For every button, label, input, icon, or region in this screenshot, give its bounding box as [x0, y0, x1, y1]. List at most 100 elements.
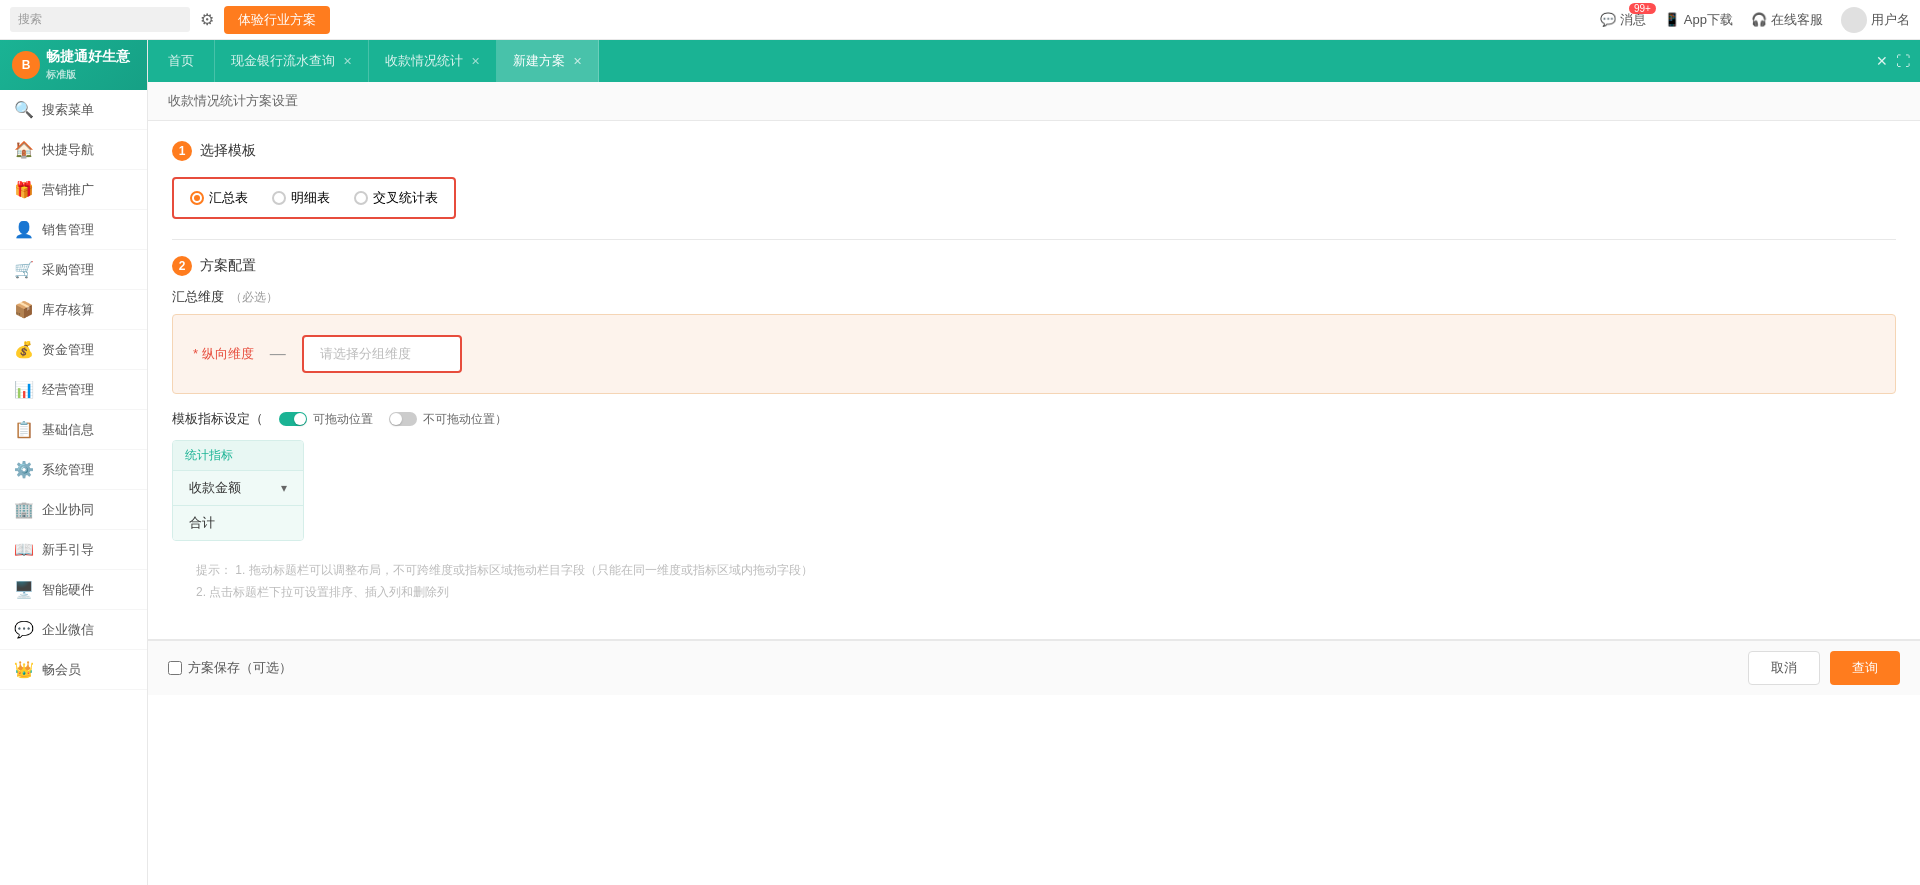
header-search-bar[interactable]: 搜索	[10, 7, 190, 32]
marketing-icon: 🎁	[14, 180, 34, 199]
sidebar-item-purchase[interactable]: 🛒 采购管理	[0, 250, 147, 290]
save-checkbox-label: 方案保存（可选）	[188, 659, 292, 677]
sidebar-item-inventory[interactable]: 📦 库存核算	[0, 290, 147, 330]
sidebar-item-label: 采购管理	[42, 261, 94, 279]
section2-number: 2	[172, 256, 192, 276]
metrics-section: 模板指标设定（ 可拖动位置 不可拖动位置）	[172, 410, 1896, 544]
wechat-icon: 💬	[14, 620, 34, 639]
sidebar-item-search-menu[interactable]: 🔍 搜索菜单	[0, 90, 147, 130]
sidebar-item-label: 畅会员	[42, 661, 81, 679]
page-inner: 收款情况统计方案设置 1 选择模板 汇总表	[148, 82, 1920, 885]
tab-payment-stats-close-icon[interactable]: ✕	[471, 55, 480, 68]
dimension-selector[interactable]: 请选择分组维度	[302, 335, 462, 373]
tab-bar: 首页 现金银行流水查询 ✕ 收款情况统计 ✕ 新建方案 ✕ ✕ ⛶	[148, 40, 1920, 82]
section1-header: 1 选择模板	[172, 141, 1896, 161]
dimension-row-label: * 纵向维度	[193, 345, 254, 363]
sidebar-item-basic-info[interactable]: 📋 基础信息	[0, 410, 147, 450]
section2: 2 方案配置 汇总维度 （必选） * 纵向维度 —	[148, 256, 1920, 640]
dimension-row: * 纵向维度 — 请选择分组维度	[193, 335, 1875, 373]
sidebar-item-hardware[interactable]: 🖥️ 智能硬件	[0, 570, 147, 610]
basic-info-icon: 📋	[14, 420, 34, 439]
online-support-button[interactable]: 🎧 在线客服	[1751, 11, 1823, 29]
sidebar-item-guide[interactable]: 📖 新手引导	[0, 530, 147, 570]
main-content: 首页 现金银行流水查询 ✕ 收款情况统计 ✕ 新建方案 ✕ ✕ ⛶	[148, 40, 1920, 885]
tab-bar-actions: ✕ ⛶	[1866, 40, 1920, 82]
metrics-label: 模板指标设定（	[172, 410, 263, 428]
sidebar-item-label: 快捷导航	[42, 141, 94, 159]
cancel-button[interactable]: 取消	[1748, 651, 1820, 685]
tab-home[interactable]: 首页	[148, 40, 215, 82]
sidebar-item-label: 基础信息	[42, 421, 94, 439]
save-checkbox[interactable]	[168, 661, 182, 675]
summary-dim-header: 汇总维度 （必选）	[172, 288, 1896, 306]
page-title: 收款情况统计方案设置	[168, 93, 298, 108]
tab-bank-flow-close-icon[interactable]: ✕	[343, 55, 352, 68]
sidebar-item-operation[interactable]: 📊 经营管理	[0, 370, 147, 410]
logo-text: 畅捷通好生意	[46, 48, 130, 66]
metrics-cell-1: 合计	[173, 506, 303, 540]
edition-label: 标准版	[46, 68, 130, 82]
search-menu-icon: 🔍	[14, 100, 34, 119]
section2-header: 2 方案配置	[172, 256, 1896, 276]
trial-button[interactable]: 体验行业方案	[224, 6, 330, 34]
non-draggable-label: 不可拖动位置）	[423, 411, 507, 428]
messages-button[interactable]: 💬 消息 99+	[1600, 11, 1646, 29]
radio-summary[interactable]: 汇总表	[190, 189, 248, 207]
non-draggable-hint: 不可拖动位置）	[389, 411, 507, 428]
gear-icon[interactable]: ⚙	[200, 10, 214, 29]
sidebar-item-enterprise[interactable]: 🏢 企业协同	[0, 490, 147, 530]
online-support-label: 在线客服	[1771, 11, 1823, 29]
app-download-button[interactable]: 📱 App下载	[1664, 11, 1733, 29]
sidebar-item-member[interactable]: 👑 畅会员	[0, 650, 147, 690]
purchase-icon: 🛒	[14, 260, 34, 279]
sidebar-item-label: 搜索菜单	[42, 101, 94, 119]
header-right: 💬 消息 99+ 📱 App下载 🎧 在线客服 用户名	[1600, 7, 1910, 33]
tip-1: 提示： 1. 拖动标题栏可以调整布局，不可跨维度或指标区域拖动栏目字段（只能在同…	[196, 560, 1872, 582]
sidebar-item-system[interactable]: ⚙️ 系统管理	[0, 450, 147, 490]
save-option[interactable]: 方案保存（可选）	[168, 659, 292, 677]
radio-detail-dot	[272, 191, 286, 205]
metrics-cell-0[interactable]: 收款金额 ▾	[173, 471, 303, 506]
sidebar-item-label: 新手引导	[42, 541, 94, 559]
close-window-icon[interactable]: ✕	[1876, 53, 1888, 69]
tab-bank-flow[interactable]: 现金银行流水查询 ✕	[215, 40, 369, 82]
metrics-cell-0-chevron[interactable]: ▾	[281, 481, 287, 495]
tip-2: 2. 点击标题栏下拉可设置排序、插入列和删除列	[196, 582, 1872, 604]
section-divider	[172, 239, 1896, 240]
metrics-cell-0-label: 收款金额	[189, 479, 241, 497]
avatar	[1841, 7, 1867, 33]
radio-summary-label: 汇总表	[209, 189, 248, 207]
sidebar-item-label: 系统管理	[42, 461, 94, 479]
summary-dim-required: （必选）	[230, 289, 278, 306]
sidebar-item-finance[interactable]: 💰 资金管理	[0, 330, 147, 370]
metrics-cell-1-label: 合计	[189, 514, 215, 532]
tab-new-plan-close-icon[interactable]: ✕	[573, 55, 582, 68]
tab-home-label: 首页	[168, 52, 194, 70]
dimension-area: * 纵向维度 — 请选择分组维度	[172, 314, 1896, 394]
sidebar-item-sales[interactable]: 👤 销售管理	[0, 210, 147, 250]
sidebar-item-label: 企业协同	[42, 501, 94, 519]
app-body: B 畅捷通好生意 标准版 🔍 搜索菜单 🏠 快捷导航 🎁 营销推广 👤 销售管理…	[0, 40, 1920, 885]
sidebar-item-quick-nav[interactable]: 🏠 快捷导航	[0, 130, 147, 170]
top-header: 搜索 ⚙ 体验行业方案 💬 消息 99+ 📱 App下载 🎧 在线客服 用户名	[0, 0, 1920, 40]
quick-nav-icon: 🏠	[14, 140, 34, 159]
tab-bank-flow-label: 现金银行流水查询	[231, 52, 335, 70]
user-profile[interactable]: 用户名	[1841, 7, 1910, 33]
section1: 1 选择模板 汇总表 明细表	[148, 121, 1920, 239]
tab-new-plan[interactable]: 新建方案 ✕	[497, 40, 599, 82]
query-button[interactable]: 查询	[1830, 651, 1900, 685]
sidebar-item-marketing[interactable]: 🎁 营销推广	[0, 170, 147, 210]
guide-icon: 📖	[14, 540, 34, 559]
search-placeholder: 搜索	[18, 12, 42, 26]
messages-badge: 99+	[1629, 3, 1656, 14]
draggable-label: 可拖动位置	[313, 411, 373, 428]
tips-section: 提示： 1. 拖动标题栏可以调整布局，不可跨维度或指标区域拖动栏目字段（只能在同…	[172, 544, 1896, 619]
sidebar-item-wechat[interactable]: 💬 企业微信	[0, 610, 147, 650]
user-name: 用户名	[1871, 11, 1910, 29]
sidebar-item-label: 库存核算	[42, 301, 94, 319]
radio-detail[interactable]: 明细表	[272, 189, 330, 207]
tab-payment-stats[interactable]: 收款情况统计 ✕	[369, 40, 497, 82]
radio-cross[interactable]: 交叉统计表	[354, 189, 438, 207]
maximize-icon[interactable]: ⛶	[1896, 53, 1910, 69]
draggable-hint: 可拖动位置	[279, 411, 373, 428]
